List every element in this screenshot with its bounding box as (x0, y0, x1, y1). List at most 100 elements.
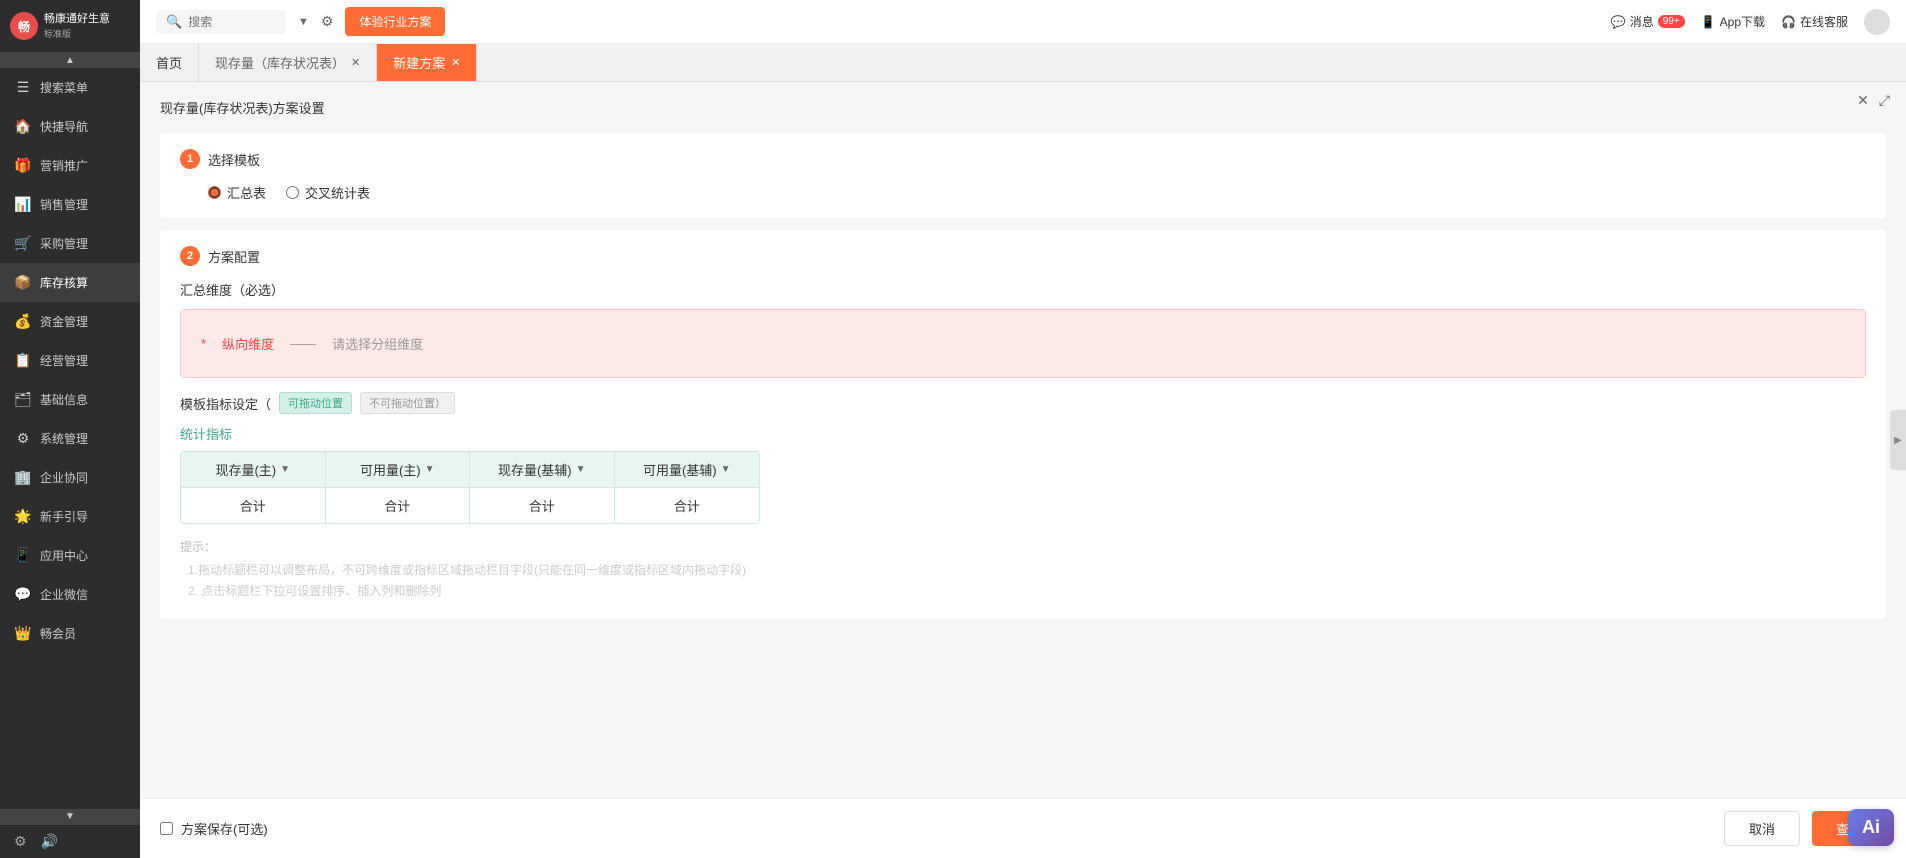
message-label: 消息 (1630, 13, 1654, 30)
sidebar-item-wechat[interactable]: 💬 企业微信 (0, 575, 140, 614)
sidebar-label-system: 系统管理 (40, 430, 88, 447)
dimension-label: 汇总维度（必选） (180, 280, 1866, 299)
tab-inventory-label: 现存量（库存状况表） (215, 53, 345, 72)
indicator-setting-row: 模板指标设定（ 可拖动位置 不可拖动位置） (180, 392, 1866, 414)
stats-header-col3-label: 现存量(基辅) (498, 460, 572, 479)
topbar-dropdown-icon[interactable]: ▼ (298, 16, 309, 28)
sidebar-scroll-up[interactable]: ▲ (0, 53, 140, 68)
messages-button[interactable]: 💬 消息 99+ (1611, 13, 1685, 30)
radio-cross[interactable]: 交叉统计表 (286, 183, 370, 202)
footer-bar: 方案保存(可选) 取消 查询 (140, 798, 1906, 858)
sidebar-item-basic-info[interactable]: 🗂 基础信息 (0, 380, 140, 419)
sidebar-item-search[interactable]: ☰ 搜索菜单 (0, 68, 140, 107)
vertical-dim-label: 纵向维度 (222, 334, 274, 353)
expand-panel-icon[interactable]: ⤢ (1879, 92, 1890, 109)
sidebar: 畅 畅康通好生意 标准版 ▲ ☰ 搜索菜单 🏠 快捷导航 🎁 营销推广 📊 销售… (0, 0, 140, 858)
dimension-dash: —— (290, 336, 316, 351)
sidebar-item-quick-nav[interactable]: 🏠 快捷导航 (0, 107, 140, 146)
right-panel-toggle[interactable]: ▶ (1890, 410, 1906, 470)
phone-icon: 📱 (14, 547, 32, 564)
customer-service-button[interactable]: 🎧 在线客服 (1781, 13, 1848, 30)
radio-summary[interactable]: 汇总表 (208, 183, 266, 202)
section2-card: 2 方案配置 汇总维度（必选） * 纵向维度 —— 请选择分组维度 模板指标设定… (160, 230, 1886, 619)
section1-header: 1 选择模板 (180, 149, 1866, 169)
app-name: 畅康通好生意 (44, 12, 110, 26)
stats-table-header: 现存量(主) ▼ 可用量(主) ▼ 现存量(基辅) ▼ 可用量(基辅) (181, 452, 759, 488)
section2-header: 2 方案配置 (180, 246, 1866, 266)
save-option[interactable]: 方案保存(可选) (160, 819, 268, 838)
app-download-label: App下载 (1720, 13, 1765, 30)
tab-home-label: 首页 (156, 53, 182, 72)
stats-body-col2: 合计 (326, 488, 471, 523)
chart-icon: 📊 (14, 196, 32, 213)
stats-header-col1[interactable]: 现存量(主) ▼ (181, 452, 326, 487)
message-icon: 💬 (1611, 15, 1626, 29)
topbar-gear-icon[interactable]: ⚙ (321, 13, 334, 30)
sidebar-logo: 畅 畅康通好生意 标准版 (0, 0, 140, 53)
sidebar-label-quick-nav: 快捷导航 (40, 118, 88, 135)
tab-inventory-status[interactable]: 现存量（库存状况表） ✕ (199, 44, 377, 81)
sidebar-item-purchase[interactable]: 🛒 采购管理 (0, 224, 140, 263)
content-area: ✕ ⤢ 现存量(库存状况表)方案设置 1 选择模板 汇总表 交叉统计表 (140, 82, 1906, 798)
chevron-down-col3-icon[interactable]: ▼ (576, 464, 586, 475)
tab-home[interactable]: 首页 (140, 44, 199, 81)
main-content: 🔍 ▼ ⚙ 体验行业方案 💬 消息 99+ 📱 App下载 🎧 在线客服 (140, 0, 1906, 858)
sidebar-item-system[interactable]: ⚙ 系统管理 (0, 419, 140, 458)
trial-button[interactable]: 体验行业方案 (345, 7, 445, 36)
sidebar-item-sales[interactable]: 📊 销售管理 (0, 185, 140, 224)
wechat-icon: 💬 (14, 586, 32, 603)
speaker-icon[interactable]: 🔊 (41, 833, 58, 850)
save-option-label: 方案保存(可选) (181, 819, 268, 838)
chevron-down-col4-icon[interactable]: ▼ (721, 464, 731, 475)
sidebar-item-onboarding[interactable]: 🌟 新手引导 (0, 497, 140, 536)
topbar: 🔍 ▼ ⚙ 体验行业方案 💬 消息 99+ 📱 App下载 🎧 在线客服 (140, 0, 1906, 44)
dimension-area[interactable]: * 纵向维度 —— 请选择分组维度 (180, 309, 1866, 378)
save-checkbox[interactable] (160, 822, 173, 835)
user-avatar[interactable] (1864, 9, 1890, 35)
chevron-down-col1-icon[interactable]: ▼ (280, 464, 290, 475)
chevron-down-col2-icon[interactable]: ▼ (425, 464, 435, 475)
sidebar-label-member: 畅会员 (40, 625, 76, 642)
stats-header-col3[interactable]: 现存量(基辅) ▼ (470, 452, 615, 487)
sidebar-item-member[interactable]: 👑 畅会员 (0, 614, 140, 653)
sidebar-item-marketing[interactable]: 🎁 营销推广 (0, 146, 140, 185)
sidebar-item-inventory[interactable]: 📦 库存核算 (0, 263, 140, 302)
headset-icon: 🎧 (1781, 15, 1796, 29)
stats-body-col1: 合计 (181, 488, 326, 523)
tab-new-plan-close-icon[interactable]: ✕ (451, 56, 460, 69)
tab-new-plan[interactable]: 新建方案 ✕ (377, 44, 477, 81)
draggable-badge: 可拖动位置 (279, 392, 352, 414)
stats-header-col2[interactable]: 可用量(主) ▼ (326, 452, 471, 487)
search-menu-icon: ☰ (14, 79, 32, 96)
crown-icon: 👑 (14, 625, 32, 642)
topbar-right: 💬 消息 99+ 📱 App下载 🎧 在线客服 (1611, 9, 1890, 35)
sidebar-label-basic-info: 基础信息 (40, 391, 88, 408)
radio-cross-input[interactable] (286, 186, 299, 199)
sidebar-scroll-down[interactable]: ▼ (0, 809, 140, 824)
stats-table-body: 合计 合计 合计 合计 (181, 488, 759, 523)
cart-icon: 🛒 (14, 235, 32, 252)
app-download-button[interactable]: 📱 App下载 (1701, 13, 1765, 30)
home-icon: 🏠 (14, 118, 32, 135)
app-version: 标准版 (44, 27, 110, 40)
close-panel-icon[interactable]: ✕ (1857, 92, 1869, 109)
ai-badge[interactable]: Ai (1848, 809, 1894, 846)
topbar-search-box[interactable]: 🔍 (156, 10, 286, 34)
stats-header-col4[interactable]: 可用量(基辅) ▼ (615, 452, 760, 487)
radio-summary-input[interactable] (208, 186, 221, 199)
cancel-button[interactable]: 取消 (1724, 811, 1800, 846)
sidebar-item-operations[interactable]: 📋 经营管理 (0, 341, 140, 380)
stats-body-col3: 合计 (470, 488, 615, 523)
search-input[interactable] (188, 15, 268, 29)
section2-number: 2 (180, 246, 200, 266)
settings-icon[interactable]: ⚙ (14, 833, 27, 850)
radio-summary-label: 汇总表 (227, 183, 266, 202)
sidebar-item-app-center[interactable]: 📱 应用中心 (0, 536, 140, 575)
sidebar-item-finance[interactable]: 💰 资金管理 (0, 302, 140, 341)
tabs-bar: 首页 现存量（库存状况表） ✕ 新建方案 ✕ (140, 44, 1906, 82)
tab-inventory-close-icon[interactable]: ✕ (351, 56, 360, 69)
sidebar-item-enterprise[interactable]: 🏢 企业协同 (0, 458, 140, 497)
customer-service-label: 在线客服 (1800, 13, 1848, 30)
stats-header-col2-label: 可用量(主) (360, 460, 421, 479)
sidebar-label-inventory: 库存核算 (40, 274, 88, 291)
